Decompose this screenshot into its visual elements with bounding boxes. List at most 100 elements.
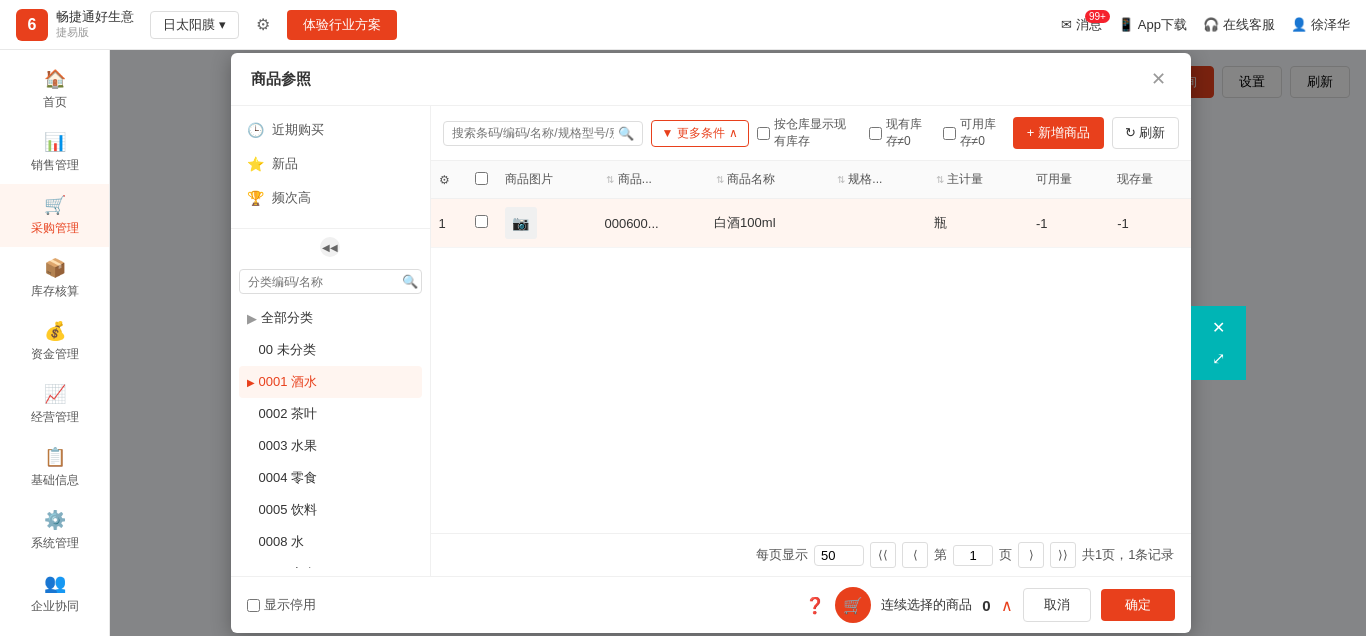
continuous-label: 连续选择的商品 (881, 596, 972, 614)
col-available: 可用量 (1028, 161, 1109, 199)
table-header: ⚙ 商品图片 ⇅ 商品... (431, 161, 1191, 199)
checkbox-by-warehouse-input[interactable] (757, 127, 770, 140)
last-page-button[interactable]: ⟩⟩ (1050, 542, 1076, 568)
cell-checkbox[interactable] (467, 199, 497, 248)
sidebar-item-operations[interactable]: 📈 经营管理 (0, 373, 109, 436)
sidebar-item-basic-info[interactable]: 📋 基础信息 (0, 436, 109, 499)
sidebar-item-collab[interactable]: 👥 企业协同 (0, 562, 109, 625)
col-settings[interactable]: ⚙ (431, 161, 467, 199)
category-item-water[interactable]: 0008 水 (239, 526, 422, 558)
category-arrow-all: ▶ (247, 311, 257, 326)
message-icon: ✉ (1061, 17, 1072, 32)
prev-page-button[interactable]: ⟨ (902, 542, 928, 568)
col-spec[interactable]: ⇅ 规格... (827, 161, 926, 199)
recent-purchase-tab[interactable]: 🕒 近期购买 (239, 114, 422, 146)
messages-nav-item[interactable]: ✉ 消息 99+ (1061, 16, 1102, 34)
col-unit-label: 主计量 (947, 172, 983, 186)
sidebar-item-finance[interactable]: 💰 资金管理 (0, 310, 109, 373)
category-list: ▶ 全部分类 00 未分类 ▶ 0001 酒水 0002 茶 (231, 302, 430, 568)
checkbox-by-warehouse[interactable]: 按仓库显示现有库存 (757, 116, 856, 150)
sidebar-item-system[interactable]: ⚙️ 系统管理 (0, 499, 109, 562)
filter-label: 更多条件 (677, 125, 725, 142)
show-disabled-checkbox[interactable]: 显示停用 (247, 596, 316, 614)
toolbar-right: + 新增商品 ↻ 刷新 (1013, 117, 1179, 149)
new-icon: ⭐ (247, 156, 264, 172)
select-all-checkbox[interactable] (475, 172, 488, 185)
modal-toolbar: 🔍 ▼ 更多条件 ∧ 按仓库显示现有库存 (431, 106, 1191, 161)
mobile-icon: 📱 (1118, 17, 1134, 32)
product-search-input[interactable] (452, 126, 614, 140)
sidebar-item-inventory[interactable]: 📦 库存核算 (0, 247, 109, 310)
right-teal-panel: ✕ ⤢ (1191, 306, 1246, 380)
col-code[interactable]: ⇅ 商品... (596, 161, 706, 199)
cancel-button[interactable]: 取消 (1023, 588, 1091, 622)
expand-right-panel-button[interactable]: ⤢ (1208, 345, 1229, 372)
category-search-box[interactable]: 🔍 (239, 269, 422, 294)
new-product-tab[interactable]: ⭐ 新品 (239, 148, 422, 180)
help-icon[interactable]: ❓ (805, 596, 825, 615)
collapse-icon[interactable]: ∧ (1001, 596, 1013, 615)
category-item-all[interactable]: ▶ 全部分类 (239, 302, 422, 334)
show-disabled-input[interactable] (247, 599, 260, 612)
next-page-button[interactable]: ⟩ (1018, 542, 1044, 568)
sidebar-label-collab: 企业协同 (31, 598, 79, 615)
frequent-label: 频次高 (272, 189, 311, 207)
col-checkbox[interactable] (467, 161, 497, 199)
operations-icon: 📈 (44, 383, 66, 405)
category-label-all: 全部分类 (261, 309, 313, 327)
category-item-appliance[interactable]: 0010 家电 (239, 558, 422, 568)
close-right-panel-button[interactable]: ✕ (1208, 314, 1229, 341)
category-item-tea[interactable]: 0002 茶叶 (239, 398, 422, 430)
first-page-button[interactable]: ⟨⟨ (870, 542, 896, 568)
checkbox-stock-nonzero-label: 现有库存≠0 (886, 116, 931, 150)
sidebar-label-finance: 资金管理 (31, 346, 79, 363)
modal-close-button[interactable]: ✕ (1147, 67, 1171, 91)
col-code-sort-icon: ⇅ (606, 174, 614, 185)
online-service-label: 在线客服 (1223, 16, 1275, 34)
user-nav-item[interactable]: 👤 徐泽华 (1291, 16, 1350, 34)
settings-icon[interactable]: ⚙ (247, 9, 279, 41)
category-item-snack[interactable]: 0004 零食 (239, 462, 422, 494)
checkbox-available-nonzero-input[interactable] (943, 127, 956, 140)
per-page-select[interactable]: 50 100 200 (814, 545, 864, 566)
col-name-sort-icon: ⇅ (716, 174, 724, 185)
category-item-beverage[interactable]: 0005 饮料 (239, 494, 422, 526)
page-suffix: 页 (999, 546, 1012, 564)
sidebar-label-basic-info: 基础信息 (31, 472, 79, 489)
app-download-nav-item[interactable]: 📱 App下载 (1118, 16, 1187, 34)
more-filter-button[interactable]: ▼ 更多条件 ∧ (651, 120, 750, 147)
nav-store-dropdown[interactable]: 日太阳膜 ▾ (150, 11, 239, 39)
dropdown-arrow-icon: ▾ (219, 17, 226, 32)
checkbox-available-nonzero[interactable]: 可用库存≠0 (943, 116, 1005, 150)
category-label-fruit: 0003 水果 (247, 437, 318, 455)
username-label: 徐泽华 (1311, 16, 1350, 34)
collab-icon: 👥 (44, 572, 66, 594)
category-item-fruit[interactable]: 0003 水果 (239, 430, 422, 462)
inventory-icon: 📦 (44, 257, 66, 279)
confirm-button[interactable]: 确定 (1101, 589, 1175, 621)
cart-icon[interactable]: 🛒 (835, 587, 871, 623)
modal-overlay: 商品参照 ✕ 🕒 近期购买 ⭐ 新 (110, 50, 1366, 636)
table-row[interactable]: 1 📷 000600... 白酒100ml 瓶 (431, 199, 1191, 248)
page-label: 第 (934, 546, 947, 564)
trial-industry-button[interactable]: 体验行业方案 (287, 10, 397, 40)
col-name[interactable]: ⇅ 商品名称 (706, 161, 827, 199)
row-checkbox[interactable] (475, 215, 488, 228)
online-service-nav-item[interactable]: 🎧 在线客服 (1203, 16, 1275, 34)
sidebar-item-purchase[interactable]: 🛒 采购管理 (0, 184, 109, 247)
category-item-unclassified[interactable]: 00 未分类 (239, 334, 422, 366)
frequent-tab[interactable]: 🏆 频次高 (239, 182, 422, 214)
refresh-table-button[interactable]: ↻ 刷新 (1112, 117, 1179, 149)
page-input[interactable] (953, 545, 993, 566)
checkbox-stock-nonzero-input[interactable] (869, 127, 882, 140)
add-product-button[interactable]: + 新增商品 (1013, 117, 1104, 149)
collapse-panel-button[interactable]: ◀◀ (320, 237, 340, 257)
sidebar-item-home[interactable]: 🏠 首页 (0, 58, 109, 121)
category-item-liquor[interactable]: ▶ 0001 酒水 (239, 366, 422, 398)
category-search-input[interactable] (248, 275, 398, 289)
sidebar-item-guide[interactable]: 🎯 新手引导 (0, 625, 109, 636)
checkbox-stock-nonzero[interactable]: 现有库存≠0 (869, 116, 931, 150)
col-unit[interactable]: ⇅ 主计量 (926, 161, 1028, 199)
product-search-box[interactable]: 🔍 (443, 121, 643, 146)
sidebar-item-sales[interactable]: 📊 销售管理 (0, 121, 109, 184)
